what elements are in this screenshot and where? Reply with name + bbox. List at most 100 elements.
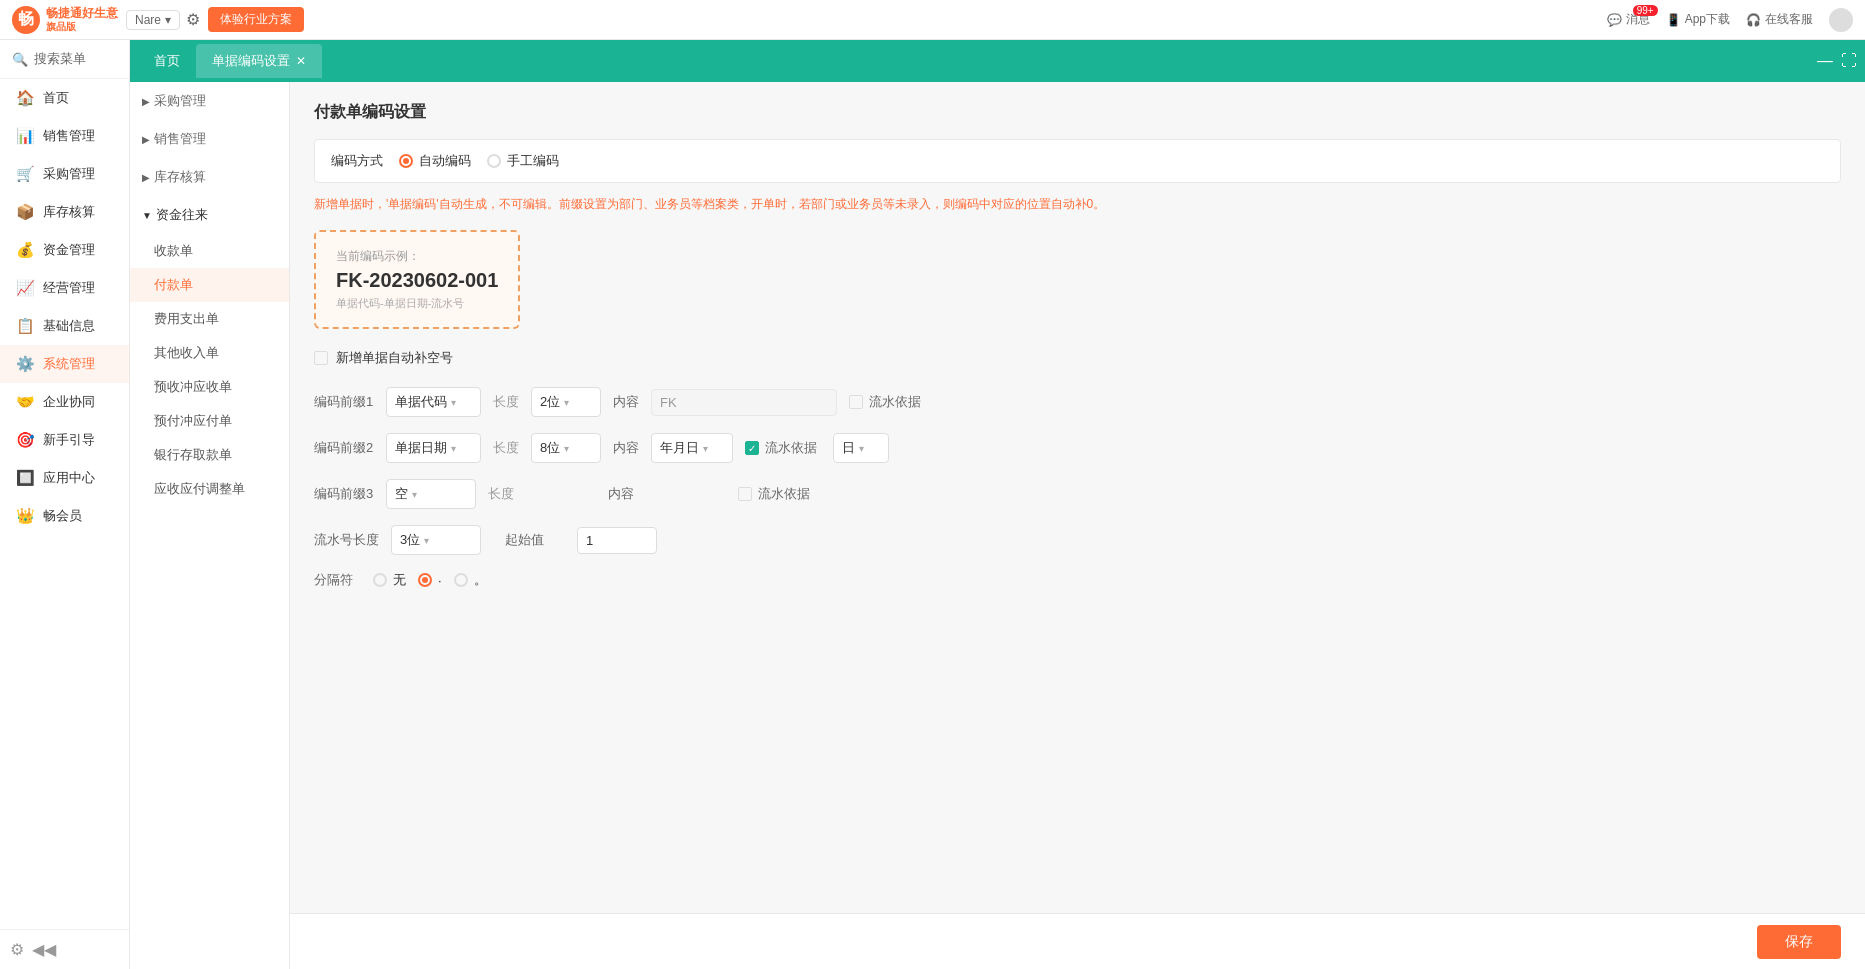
sep-none-dot bbox=[373, 573, 387, 587]
sidebar-item-apps-label: 应用中心 bbox=[43, 469, 95, 487]
sub-nav-other-income[interactable]: 其他收入单 bbox=[130, 336, 289, 370]
search-menu[interactable]: 🔍 搜索菜单 bbox=[0, 40, 129, 79]
sep-dot-label: · bbox=[438, 573, 442, 588]
chevron-right-icon3: ▶ bbox=[142, 172, 150, 183]
settings-bottom-icon[interactable]: ⚙ bbox=[10, 940, 24, 959]
sidebar-item-member[interactable]: 👑 畅会员 bbox=[0, 497, 129, 535]
sub-nav-payment[interactable]: 付款单 bbox=[130, 268, 289, 302]
sub-nav-group-capital[interactable]: ▼ 资金往来 bbox=[130, 196, 289, 234]
tab-home[interactable]: 首页 bbox=[138, 44, 196, 78]
start-value-input[interactable] bbox=[577, 527, 657, 554]
sub-nav-pre-payable[interactable]: 预付冲应付单 bbox=[130, 404, 289, 438]
page-content: ▶ 采购管理 ▶ 销售管理 ▶ 库存核算 ▼ 资金往来 收款单 bbox=[130, 82, 1865, 969]
collapse-icon[interactable]: ◀◀ bbox=[32, 940, 56, 959]
stream2-period-select[interactable]: 日 ▾ bbox=[833, 433, 889, 463]
sub-nav-adjustment[interactable]: 应收应付调整单 bbox=[130, 472, 289, 506]
stream2-checkbox[interactable]: ✓ 流水依据 bbox=[745, 439, 817, 457]
prefix-row-1: 编码前缀1 单据代码 ▾ 长度 2位 ▾ 内容 bbox=[314, 387, 1841, 417]
save-button[interactable]: 保存 bbox=[1757, 925, 1841, 959]
length1-select[interactable]: 2位 ▾ bbox=[531, 387, 601, 417]
stream3-label: 流水依据 bbox=[758, 485, 810, 503]
prefix2-select[interactable]: 单据日期 ▾ bbox=[386, 433, 481, 463]
tabbar-maximize-btn[interactable]: ⛶ bbox=[1841, 52, 1857, 70]
sidebar-item-inventory[interactable]: 📦 库存核算 bbox=[0, 193, 129, 231]
length1-arrow-icon: ▾ bbox=[564, 397, 569, 408]
prefix3-label: 编码前缀3 bbox=[314, 485, 374, 503]
tabbar-minimize-btn[interactable]: — bbox=[1817, 52, 1833, 70]
sep-none-label: 无 bbox=[393, 571, 406, 589]
sep-dash-radio[interactable]: 。 bbox=[454, 571, 487, 589]
prefix1-arrow-icon: ▾ bbox=[451, 397, 456, 408]
sub-nav-group-purchase-label: 采购管理 bbox=[154, 92, 206, 110]
settings-icon[interactable]: ⚙ bbox=[186, 10, 200, 29]
serial-length-arrow-icon: ▾ bbox=[424, 535, 429, 546]
serial-length-select[interactable]: 3位 ▾ bbox=[391, 525, 481, 555]
serial-length-label: 流水号长度 bbox=[314, 531, 379, 549]
app-download-btn[interactable]: 📱 App下载 bbox=[1666, 11, 1730, 28]
trial-button[interactable]: 体验行业方案 bbox=[208, 7, 304, 32]
sidebar-item-home[interactable]: 🏠 首页 bbox=[0, 79, 129, 117]
sidebar-item-home-label: 首页 bbox=[43, 89, 69, 107]
manual-code-label: 手工编码 bbox=[507, 152, 559, 170]
sidebar-bottom: ⚙ ◀◀ bbox=[0, 929, 129, 969]
sidebar-item-enterprise-label: 企业协同 bbox=[43, 393, 95, 411]
service-label: 在线客服 bbox=[1765, 11, 1813, 28]
sidebar-item-enterprise[interactable]: 🤝 企业协同 bbox=[0, 383, 129, 421]
separator-label: 分隔符 bbox=[314, 571, 353, 589]
search-icon: 🔍 bbox=[12, 52, 28, 67]
sidebar: 🔍 搜索菜单 🏠 首页 📊 销售管理 🛒 采购管理 📦 库存核算 💰 资金管理 … bbox=[0, 40, 130, 969]
purchase-icon: 🛒 bbox=[16, 165, 35, 183]
sub-nav-bank[interactable]: 银行存取款单 bbox=[130, 438, 289, 472]
finance-icon: 💰 bbox=[16, 241, 35, 259]
stream1-checkbox[interactable]: 流水依据 bbox=[849, 393, 921, 411]
sub-nav-expense[interactable]: 费用支出单 bbox=[130, 302, 289, 336]
sep-none-radio[interactable]: 无 bbox=[373, 571, 406, 589]
manual-code-radio[interactable]: 手工编码 bbox=[487, 152, 559, 170]
code-preview: 当前编码示例： FK-20230602-001 单据代码-单据日期-流水号 bbox=[314, 230, 520, 329]
sub-nav-receipt[interactable]: 收款单 bbox=[130, 234, 289, 268]
tab-home-label: 首页 bbox=[154, 52, 180, 70]
length1-label: 长度 bbox=[493, 393, 519, 411]
online-service-btn[interactable]: 🎧 在线客服 bbox=[1746, 11, 1813, 28]
topbar: 畅 畅捷通好生意 旗品版 Nare ▾ ⚙ 体验行业方案 💬 消息 99+ 📱 … bbox=[0, 0, 1865, 40]
tab-encoding[interactable]: 单据编码设置 ✕ bbox=[196, 44, 322, 78]
sidebar-item-operations[interactable]: 📈 经营管理 bbox=[0, 269, 129, 307]
message-btn[interactable]: 💬 消息 99+ bbox=[1607, 11, 1650, 28]
home-icon: 🏠 bbox=[16, 89, 35, 107]
sidebar-item-guide[interactable]: 🎯 新手引导 bbox=[0, 421, 129, 459]
sep-dot-radio[interactable]: · bbox=[418, 573, 442, 588]
sidebar-item-purchase[interactable]: 🛒 采购管理 bbox=[0, 155, 129, 193]
message-badge: 99+ bbox=[1633, 5, 1658, 16]
sidebar-item-sales[interactable]: 📊 销售管理 bbox=[0, 117, 129, 155]
tab-close-icon[interactable]: ✕ bbox=[296, 54, 306, 68]
tab-encoding-label: 单据编码设置 bbox=[212, 52, 290, 70]
sidebar-item-basic-info[interactable]: 📋 基础信息 bbox=[0, 307, 129, 345]
prefix1-select[interactable]: 单据代码 ▾ bbox=[386, 387, 481, 417]
user-avatar[interactable] bbox=[1829, 8, 1853, 32]
auto-fill-checkbox[interactable] bbox=[314, 351, 328, 365]
chevron-down-icon: ▼ bbox=[142, 210, 152, 221]
prefix-row-3: 编码前缀3 空 ▾ 长度 ▾ 内容 bbox=[314, 479, 1841, 509]
sub-nav-pre-receivable[interactable]: 预收冲应收单 bbox=[130, 370, 289, 404]
company-dropdown[interactable]: Nare ▾ bbox=[126, 10, 180, 30]
sep-dash-label: 。 bbox=[474, 571, 487, 589]
stream2-label: 流水依据 bbox=[765, 439, 817, 457]
sub-nav-expense-label: 费用支出单 bbox=[154, 311, 219, 326]
sub-nav-group-inventory[interactable]: ▶ 库存核算 bbox=[130, 158, 289, 196]
length2-select[interactable]: 8位 ▾ bbox=[531, 433, 601, 463]
page-title: 付款单编码设置 bbox=[314, 102, 1841, 123]
sub-nav-group-sales[interactable]: ▶ 销售管理 bbox=[130, 120, 289, 158]
stream3-checkbox[interactable]: 流水依据 bbox=[738, 485, 810, 503]
content2-select[interactable]: 年月日 ▾ bbox=[651, 433, 733, 463]
sidebar-item-finance-label: 资金管理 bbox=[43, 241, 95, 259]
sidebar-item-system[interactable]: ⚙️ 系统管理 bbox=[0, 345, 129, 383]
content1-label: 内容 bbox=[613, 393, 639, 411]
sub-nav-group-purchase[interactable]: ▶ 采购管理 bbox=[130, 82, 289, 120]
message-icon: 💬 bbox=[1607, 13, 1622, 27]
prefix3-select[interactable]: 空 ▾ bbox=[386, 479, 476, 509]
sidebar-item-finance[interactable]: 💰 资金管理 bbox=[0, 231, 129, 269]
sub-nav-receipt-label: 收款单 bbox=[154, 243, 193, 258]
sidebar-item-apps[interactable]: 🔲 应用中心 bbox=[0, 459, 129, 497]
prefix1-label: 编码前缀1 bbox=[314, 393, 374, 411]
auto-code-radio[interactable]: 自动编码 bbox=[399, 152, 471, 170]
